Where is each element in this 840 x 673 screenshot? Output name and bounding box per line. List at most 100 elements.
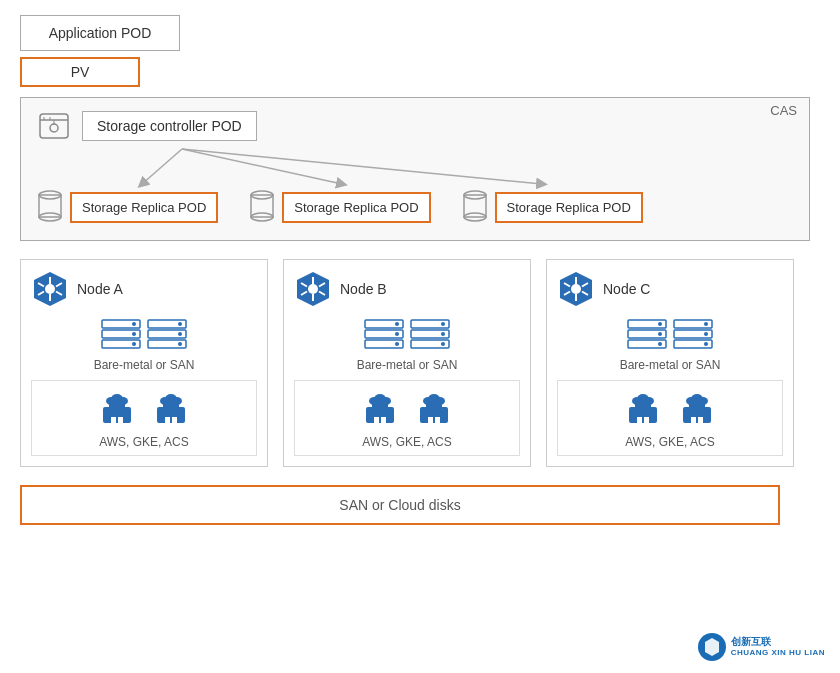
svg-point-4	[50, 124, 58, 132]
svg-point-37	[178, 332, 182, 336]
watermark-text: 创新互联 CHUANG XIN HU LIAN	[731, 635, 825, 658]
svg-point-116	[644, 397, 654, 405]
node-a-label: Node A	[77, 281, 123, 297]
svg-point-78	[441, 342, 445, 346]
svg-point-36	[178, 322, 182, 326]
cas-container: CAS Storage controller POD	[20, 97, 810, 241]
cylinder-icon-1	[36, 189, 64, 225]
k8s-icon-a	[31, 270, 69, 308]
svg-marker-127	[705, 638, 719, 656]
disk-stack-b-1	[363, 318, 405, 354]
svg-point-104	[658, 322, 662, 326]
node-b-cloud-icons	[358, 387, 456, 431]
pv-label: PV	[71, 64, 90, 80]
nodes-section: Node A	[20, 259, 820, 467]
svg-point-53	[160, 397, 170, 405]
replica-pod-label-2: Storage Replica POD	[294, 200, 418, 215]
svg-point-38	[178, 342, 182, 346]
disk-stack-a-2	[146, 318, 188, 354]
storage-controller-label: Storage controller POD	[97, 118, 242, 134]
disk-group-a-1	[100, 318, 188, 354]
node-c-bare-metal-label: Bare-metal or SAN	[557, 358, 783, 372]
svg-rect-92	[435, 417, 440, 423]
disk-stack-c-2	[672, 318, 714, 354]
replica-pod-box-2: Storage Replica POD	[282, 192, 430, 223]
svg-point-83	[369, 397, 379, 405]
node-a-bare-metal-label: Bare-metal or SAN	[31, 358, 257, 372]
storage-controller-box: Storage controller POD	[82, 111, 257, 141]
cloud-icon-c-2	[675, 387, 719, 431]
svg-rect-44	[111, 417, 116, 423]
cloud-icon-a-2	[149, 387, 193, 431]
svg-point-60	[308, 284, 318, 294]
cloud-icon-b-2	[412, 387, 456, 431]
node-a-cloud-section: AWS, GKE, ACS	[31, 380, 257, 456]
san-bar-label: SAN or Cloud disks	[339, 497, 460, 513]
svg-rect-55	[172, 417, 177, 423]
svg-point-72	[395, 342, 399, 346]
disk-stack-c-1	[626, 318, 668, 354]
disk-stack-a-1	[100, 318, 142, 354]
svg-point-42	[118, 397, 128, 405]
node-c-header: Node C	[557, 270, 783, 308]
svg-point-112	[704, 342, 708, 346]
svg-point-123	[698, 397, 708, 405]
cloud-icon-c-1	[621, 387, 665, 431]
svg-rect-125	[691, 417, 696, 423]
svg-line-7	[182, 149, 342, 184]
k8s-icon-c	[557, 270, 595, 308]
replica-item-2: Storage Replica POD	[248, 189, 430, 225]
svg-point-77	[441, 332, 445, 336]
replica-item-3: Storage Replica POD	[461, 189, 643, 225]
disk-group-b-1	[363, 318, 451, 354]
svg-point-71	[395, 332, 399, 336]
svg-point-20	[45, 284, 55, 294]
node-box-b: Node B	[283, 259, 531, 467]
svg-rect-119	[644, 417, 649, 423]
svg-point-76	[441, 322, 445, 326]
replica-pod-box-3: Storage Replica POD	[495, 192, 643, 223]
app-pod-box: Application POD	[20, 15, 180, 51]
node-a-cloud-label: AWS, GKE, ACS	[99, 435, 189, 449]
node-c-cloud-label: AWS, GKE, ACS	[625, 435, 715, 449]
node-box-a: Node A	[20, 259, 268, 467]
node-box-c: Node C	[546, 259, 794, 467]
node-b-header: Node B	[294, 270, 520, 308]
storage-controller-row: Storage controller POD	[36, 108, 794, 144]
svg-point-94	[571, 284, 581, 294]
svg-point-111	[704, 332, 708, 336]
replica-row: Storage Replica POD Storage Replica POD	[36, 189, 794, 225]
node-b-disk-icons	[294, 318, 520, 354]
arrows-svg	[82, 149, 682, 184]
san-bar: SAN or Cloud disks	[20, 485, 780, 525]
replica-pod-label-1: Storage Replica POD	[82, 200, 206, 215]
node-c-cloud-section: AWS, GKE, ACS	[557, 380, 783, 456]
node-a-disk-icons	[31, 318, 257, 354]
controller-icon	[36, 108, 72, 144]
svg-point-110	[704, 322, 708, 326]
svg-rect-85	[381, 417, 386, 423]
replica-pod-label-3: Storage Replica POD	[507, 200, 631, 215]
svg-point-70	[395, 322, 399, 326]
node-c-label: Node C	[603, 281, 650, 297]
svg-point-31	[132, 332, 136, 336]
node-b-cloud-label: AWS, GKE, ACS	[362, 435, 452, 449]
svg-rect-118	[637, 417, 642, 423]
svg-point-117	[632, 397, 642, 405]
app-pod-label: Application POD	[49, 25, 152, 41]
svg-rect-91	[428, 417, 433, 423]
disk-stack-b-2	[409, 318, 451, 354]
replica-pod-box-1: Storage Replica POD	[70, 192, 218, 223]
node-c-cloud-icons	[621, 387, 719, 431]
svg-point-89	[435, 397, 445, 405]
node-c-disk-icons	[557, 318, 783, 354]
svg-rect-45	[118, 417, 123, 423]
svg-point-90	[423, 397, 433, 405]
svg-point-32	[132, 342, 136, 346]
svg-point-43	[106, 397, 116, 405]
disk-group-c-1	[626, 318, 714, 354]
pv-box: PV	[20, 57, 140, 87]
cloud-icon-a-1	[95, 387, 139, 431]
node-b-label: Node B	[340, 281, 387, 297]
svg-point-82	[381, 397, 391, 405]
